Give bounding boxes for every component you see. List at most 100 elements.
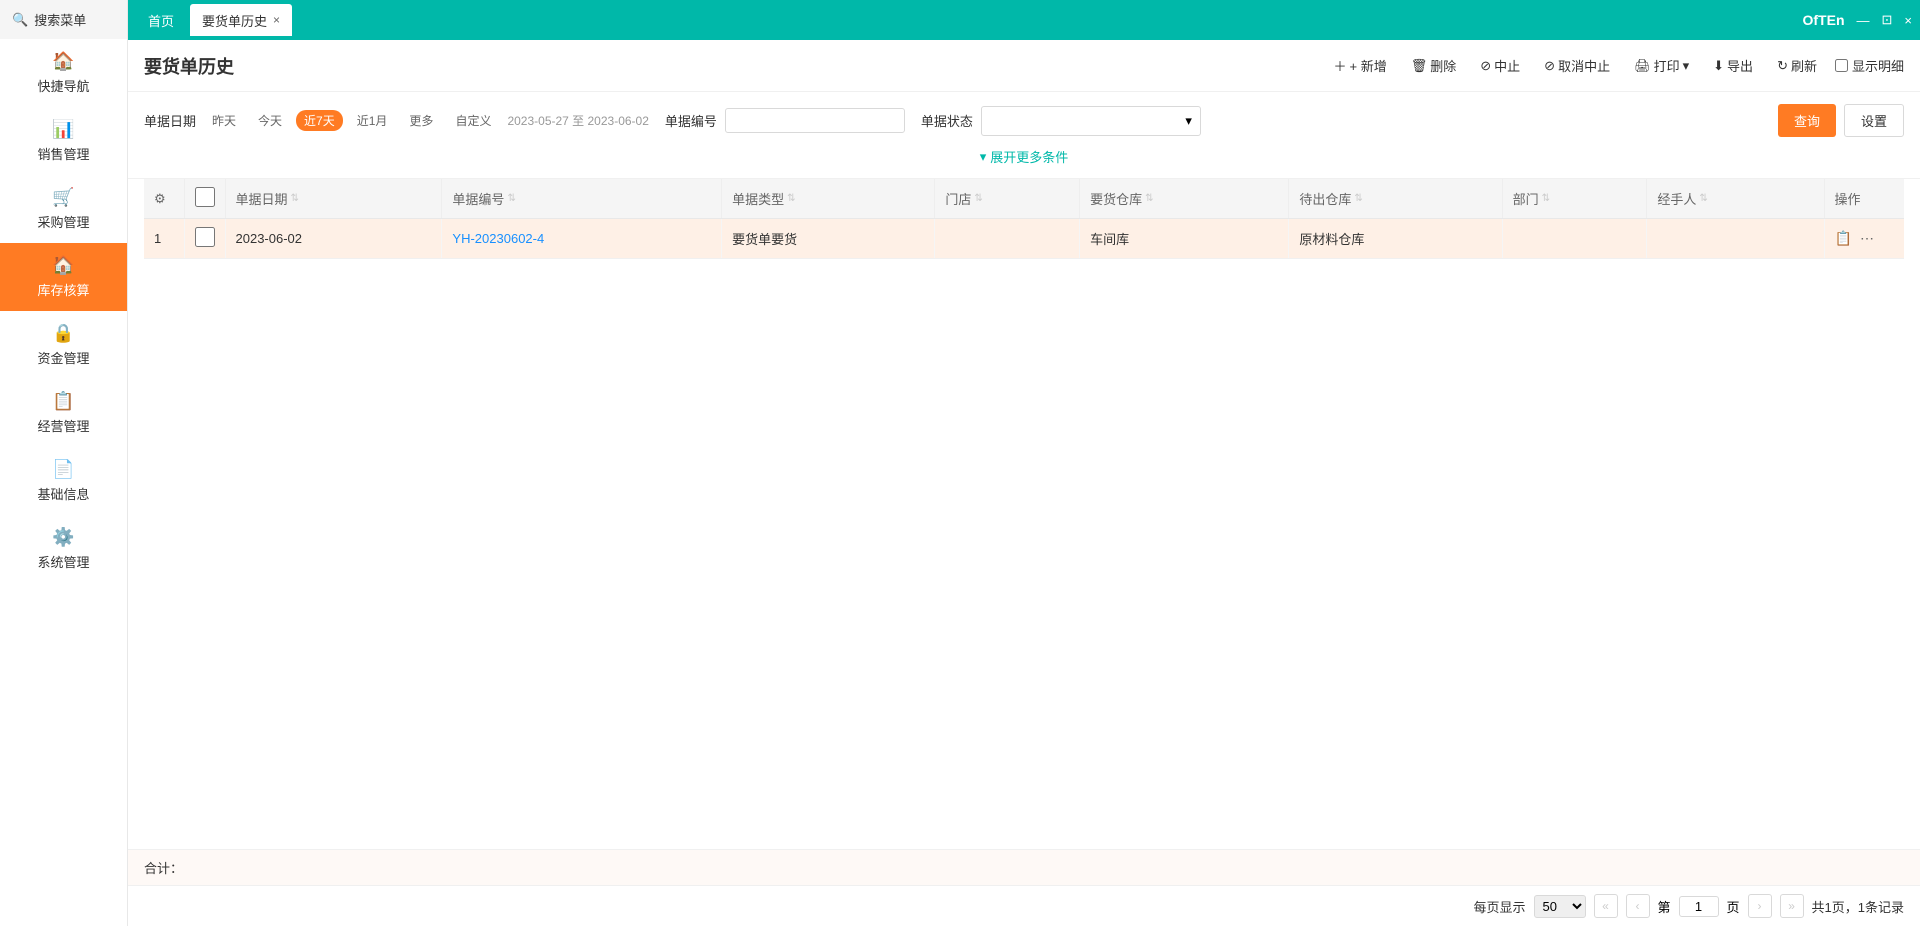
sidebar-item-finance[interactable]: 🔒 资金管理 bbox=[0, 311, 127, 379]
table-body: 1 2023-06-02 YH-20230602-4 要货单要货 车间库 原材料… bbox=[144, 219, 1904, 259]
date-range-text: 2023-05-27 至 2023-06-02 bbox=[507, 112, 648, 129]
sidebar-item-system[interactable]: ⚙️ 系统管理 bbox=[0, 515, 127, 583]
date-option-custom[interactable]: 自定义 bbox=[447, 110, 499, 131]
display-detail-label: 显示明细 bbox=[1852, 56, 1904, 75]
sidebar-item-inventory[interactable]: 🏠 库存核算 bbox=[0, 243, 127, 311]
sidebar-item-label: 采购管理 bbox=[37, 212, 89, 231]
date-option-yesterday[interactable]: 昨天 bbox=[204, 110, 244, 131]
tab-home[interactable]: 首页 bbox=[136, 4, 186, 36]
print-button[interactable]: 🖨 打印 ▾ bbox=[1628, 52, 1695, 79]
th-store: 门店 ⇅ bbox=[935, 179, 1080, 219]
edit-icon[interactable]: 📋 bbox=[1835, 230, 1852, 247]
pagination: 每页显示 20 50 100 « ‹ 第 页 › » 共1页，1条记录 bbox=[128, 885, 1920, 926]
tab-close-icon[interactable]: × bbox=[273, 13, 280, 27]
th-settings: ⚙ bbox=[144, 179, 184, 219]
search-menu-item[interactable]: 🔍 搜索菜单 bbox=[0, 0, 127, 39]
sidebar-item-purchase[interactable]: 🛒 采购管理 bbox=[0, 175, 127, 243]
dropdown-icon: ▾ bbox=[1185, 113, 1192, 129]
maximize-btn[interactable]: ⊡ bbox=[1882, 12, 1893, 28]
display-detail-checkbox[interactable] bbox=[1835, 59, 1848, 72]
sidebar-item-operations[interactable]: 📋 经营管理 bbox=[0, 379, 127, 447]
doc-number-link[interactable]: YH-20230602-4 bbox=[452, 231, 544, 246]
doc-number-filter-group: 单据编号 bbox=[665, 108, 905, 133]
sort-icon: ⇅ bbox=[1145, 193, 1153, 204]
date-option-7days[interactable]: 近7天 bbox=[296, 110, 343, 131]
page-header: 要货单历史 ＋ + 新增 🗑 删除 ⊘ 中止 ⊘ 取消中止 bbox=[128, 40, 1920, 92]
tab-requisition-label: 要货单历史 bbox=[202, 11, 267, 30]
th-doc-date: 单据日期 ⇅ bbox=[225, 179, 442, 219]
delete-label: 删除 bbox=[1430, 56, 1456, 75]
first-page-button[interactable]: « bbox=[1594, 894, 1618, 918]
display-detail-button[interactable]: 显示明细 bbox=[1835, 56, 1904, 75]
print-label: 打印 bbox=[1654, 56, 1680, 75]
export-icon: ⬇ bbox=[1713, 58, 1724, 74]
cell-store bbox=[935, 219, 1080, 259]
page-label: 第 bbox=[1658, 897, 1671, 916]
plus-icon: ＋ bbox=[1333, 56, 1346, 75]
stop-label: 中止 bbox=[1494, 56, 1520, 75]
filter-row-1: 单据日期 昨天 今天 近7天 近1月 更多 自定义 2023-05-27 至 2… bbox=[144, 104, 1904, 137]
expand-more-button[interactable]: ▾ 展开更多条件 bbox=[980, 147, 1069, 166]
th-department: 部门 ⇅ bbox=[1502, 179, 1647, 219]
sidebar-item-label: 快捷导航 bbox=[37, 76, 89, 95]
date-option-more[interactable]: 更多 bbox=[401, 110, 441, 131]
page-title: 要货单历史 bbox=[144, 53, 1327, 79]
select-all-checkbox[interactable] bbox=[195, 187, 215, 207]
th-doc-number: 单据编号 ⇅ bbox=[442, 179, 722, 219]
settings-button[interactable]: 设置 bbox=[1844, 104, 1904, 137]
lock-icon: 🔒 bbox=[52, 323, 74, 344]
doc-status-filter-group: 单据状态 ▾ bbox=[921, 106, 1201, 136]
tab-bar: 首页 要货单历史 × OfTEn — ⊡ × bbox=[128, 0, 1920, 40]
next-page-button[interactable]: › bbox=[1748, 894, 1772, 918]
refresh-icon: ↻ bbox=[1777, 58, 1788, 74]
export-button[interactable]: ⬇ 导出 bbox=[1707, 52, 1759, 79]
expand-more-label: 展开更多条件 bbox=[990, 147, 1068, 166]
minimize-btn[interactable]: — bbox=[1857, 13, 1870, 28]
new-button[interactable]: ＋ + 新增 bbox=[1327, 52, 1392, 79]
sidebar-item-label: 基础信息 bbox=[37, 484, 89, 503]
delete-button[interactable]: 🗑 删除 bbox=[1405, 52, 1463, 79]
cancel-stop-label: 取消中止 bbox=[1558, 56, 1610, 75]
sidebar-item-quick-nav[interactable]: 🏠 快捷导航 bbox=[0, 39, 127, 107]
last-page-button[interactable]: » bbox=[1780, 894, 1804, 918]
sidebar-item-label: 经营管理 bbox=[37, 416, 89, 435]
table-area: ⚙ 单据日期 ⇅ 单据编号 bbox=[128, 179, 1920, 849]
cell-action: 📋 ⋯ bbox=[1824, 219, 1904, 259]
date-option-1month[interactable]: 近1月 bbox=[349, 110, 396, 131]
filter-buttons: 查询 设置 bbox=[1778, 104, 1904, 137]
doc-number-label: 单据编号 bbox=[665, 111, 717, 130]
prev-page-button[interactable]: ‹ bbox=[1626, 894, 1650, 918]
per-page-select[interactable]: 20 50 100 bbox=[1534, 895, 1586, 918]
cancel-stop-button[interactable]: ⊘ 取消中止 bbox=[1538, 52, 1616, 79]
main-content: 首页 要货单历史 × OfTEn — ⊡ × 要货单历史 ＋ + 新增 🗑 bbox=[128, 0, 1920, 926]
cell-handler bbox=[1647, 219, 1824, 259]
chart-icon: 📊 bbox=[52, 119, 74, 140]
per-page-label: 每页显示 bbox=[1473, 897, 1525, 916]
tab-home-label: 首页 bbox=[148, 11, 174, 30]
cancel-stop-icon: ⊘ bbox=[1544, 58, 1555, 74]
refresh-button[interactable]: ↻ 刷新 bbox=[1771, 52, 1823, 79]
doc-number-input[interactable] bbox=[725, 108, 905, 133]
th-pending-warehouse: 待出仓库 ⇅ bbox=[1289, 179, 1502, 219]
date-filter-group: 单据日期 昨天 今天 近7天 近1月 更多 自定义 2023-05-27 至 2… bbox=[144, 110, 649, 131]
stop-icon: ⊘ bbox=[1480, 58, 1491, 74]
sidebar-item-label: 系统管理 bbox=[37, 552, 89, 571]
sidebar-item-sales[interactable]: 📊 销售管理 bbox=[0, 107, 127, 175]
page-number-input[interactable] bbox=[1679, 896, 1719, 917]
more-icon[interactable]: ⋯ bbox=[1860, 230, 1874, 247]
tab-requisition-history[interactable]: 要货单历史 × bbox=[190, 4, 292, 36]
search-menu-label: 搜索菜单 bbox=[34, 10, 86, 29]
date-option-today[interactable]: 今天 bbox=[250, 110, 290, 131]
footer-total-label: 合计： bbox=[144, 858, 183, 877]
cell-doc-date: 2023-06-02 bbox=[225, 219, 442, 259]
doc-status-select[interactable]: ▾ bbox=[981, 106, 1201, 136]
th-doc-type: 单据类型 ⇅ bbox=[722, 179, 935, 219]
query-button[interactable]: 查询 bbox=[1778, 104, 1836, 137]
new-label: + 新增 bbox=[1349, 56, 1386, 75]
row-checkbox[interactable] bbox=[195, 227, 215, 247]
stop-button[interactable]: ⊘ 中止 bbox=[1474, 52, 1526, 79]
sort-icon: ⇅ bbox=[291, 193, 299, 204]
sidebar-item-basic-info[interactable]: 📄 基础信息 bbox=[0, 447, 127, 515]
cell-req-warehouse: 车间库 bbox=[1080, 219, 1289, 259]
close-btn[interactable]: × bbox=[1904, 13, 1912, 28]
